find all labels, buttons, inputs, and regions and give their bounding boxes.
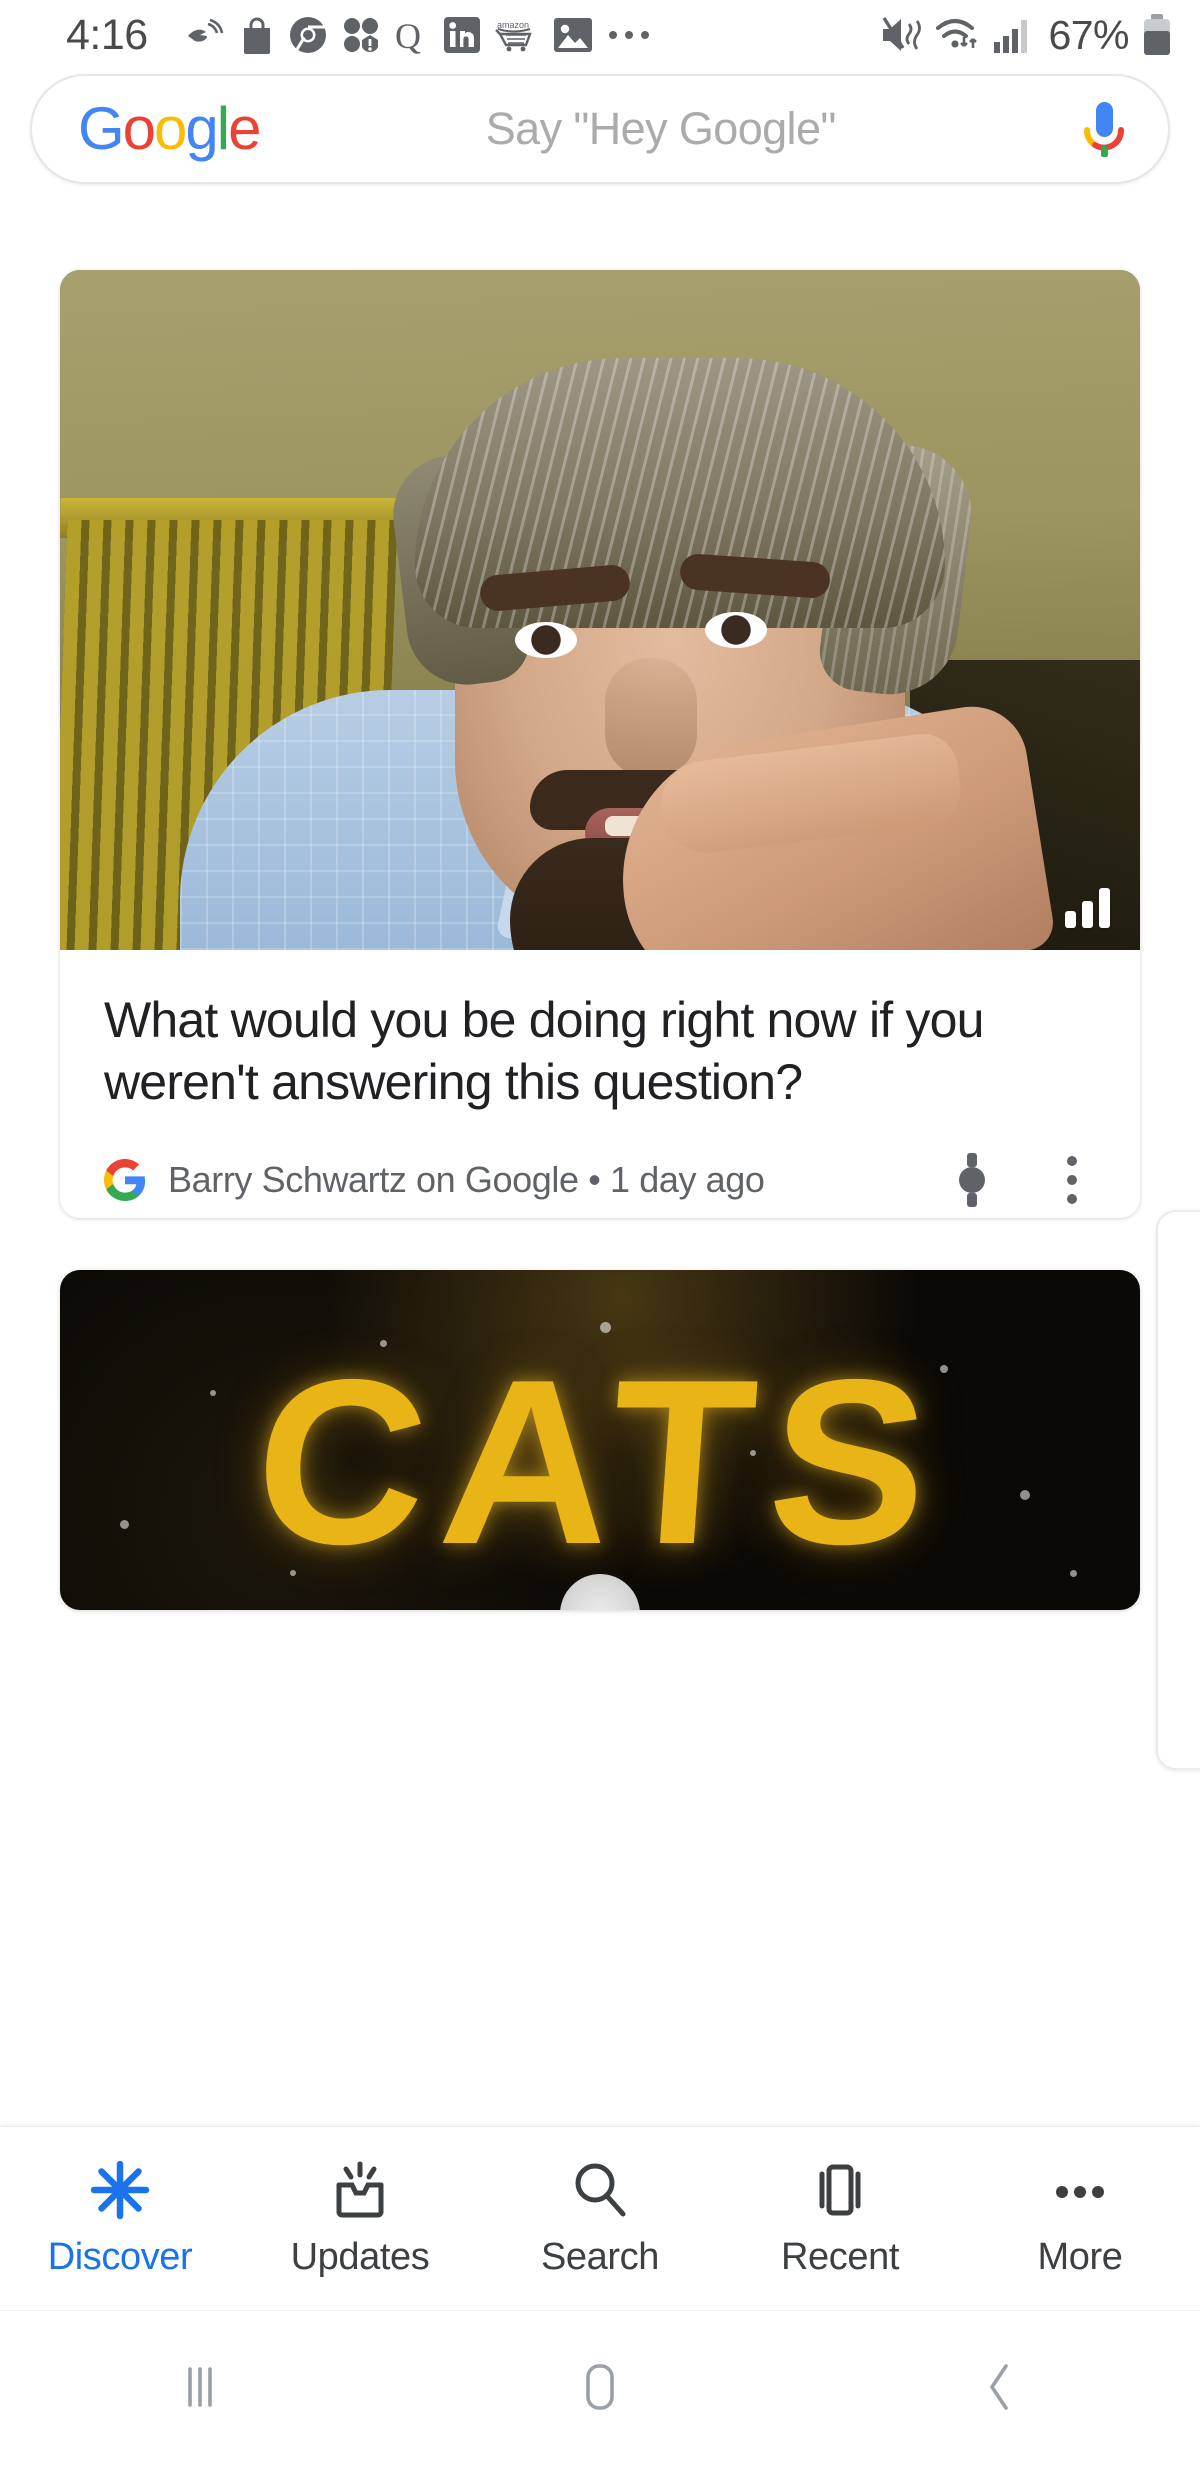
four-dot-grid-icon: [342, 16, 380, 54]
photos-icon: [553, 18, 592, 52]
battery-percent: 67%: [1048, 11, 1129, 58]
cats-image[interactable]: CATS: [60, 1270, 1140, 1610]
nav-label-search: Search: [540, 2236, 659, 2278]
search-input[interactable]: Say "Hey Google": [260, 103, 1076, 155]
article-meta-row: Barry Schwartz on Google • 1 day ago: [60, 1113, 1140, 1211]
quora-icon: Q: [395, 15, 429, 55]
thumbnail-eye-left: [515, 622, 577, 658]
offscreen-card-peek[interactable]: [1156, 1210, 1200, 1770]
discover-feed[interactable]: What would you be doing right now if you…: [0, 196, 1200, 2126]
article-title[interactable]: What would you be doing right now if you…: [104, 990, 1096, 1113]
nav-item-more[interactable]: More: [960, 2127, 1200, 2310]
svg-text:amazon: amazon: [497, 20, 529, 30]
feed-card-article[interactable]: What would you be doing right now if you…: [60, 270, 1140, 1218]
nav-label-more: More: [1037, 2236, 1123, 2278]
back-icon: [975, 2357, 1025, 2422]
mute-vibrate-icon: [879, 14, 925, 56]
status-time: 4:16: [66, 10, 148, 59]
recents-button[interactable]: [0, 2311, 400, 2468]
google-search-bar[interactable]: Google Say "Hey Google": [30, 74, 1170, 184]
overflow-menu-icon[interactable]: [1048, 1149, 1096, 1211]
search-bar-container[interactable]: Google Say "Hey Google": [30, 74, 1170, 184]
logo-letter-g2: g: [185, 95, 218, 162]
shopping-bag-icon: [240, 16, 274, 54]
battery-icon: [1142, 14, 1172, 56]
thumbnail-eye-right: [705, 612, 767, 648]
svg-text:Q: Q: [395, 16, 421, 55]
bar-chart-icon: [1065, 886, 1110, 928]
nav-item-discover[interactable]: Discover: [0, 2127, 240, 2310]
amazon-cart-icon: amazon: [494, 16, 539, 54]
home-icon: [575, 2357, 625, 2422]
logo-letter-o1: o: [122, 95, 156, 162]
google-logo: Google: [78, 99, 262, 159]
nav-item-recent[interactable]: Recent: [720, 2127, 960, 2310]
thumbnail-nose: [605, 658, 697, 778]
nav-label-discover: Discover: [47, 2236, 193, 2278]
bottom-navigation-bar[interactable]: Discover Updates Search Recent More: [0, 2126, 1200, 2310]
more-dots-icon: [1049, 2158, 1111, 2220]
nav-label-updates: Updates: [290, 2236, 430, 2278]
hummingbird-icon: [185, 18, 225, 52]
cats-image-text: CATS: [247, 1330, 953, 1593]
search-icon: [571, 2158, 629, 2220]
overflow-dots-icon: [607, 28, 651, 42]
share-icon[interactable]: [942, 1149, 1002, 1211]
article-thumbnail[interactable]: [60, 270, 1140, 950]
recent-cards-icon: [811, 2158, 869, 2220]
inbox-tray-icon: [329, 2158, 391, 2220]
wifi-icon: [934, 15, 984, 55]
nav-label-recent: Recent: [780, 2236, 899, 2278]
nav-item-updates[interactable]: Updates: [240, 2127, 480, 2310]
article-source-and-age: Barry Schwartz on Google • 1 day ago: [168, 1159, 765, 1200]
article-body: What would you be doing right now if you…: [60, 950, 1140, 1113]
cell-signal-icon: [993, 16, 1033, 54]
chrome-icon: [289, 16, 327, 54]
status-bar: 4:16 Q amazon 67%: [0, 0, 1200, 70]
status-bar-right: 67%: [879, 12, 1172, 59]
linkedin-icon: [443, 17, 480, 53]
logo-letter-o2: o: [154, 95, 187, 162]
feed-card-image[interactable]: CATS: [60, 1270, 1140, 1610]
back-button[interactable]: [800, 2311, 1200, 2468]
system-navigation-bar[interactable]: [0, 2310, 1200, 2468]
recents-icon: [175, 2359, 225, 2420]
logo-letter-e: e: [228, 95, 261, 162]
home-button[interactable]: [400, 2311, 800, 2468]
logo-letter-g1: G: [78, 95, 125, 162]
microphone-icon[interactable]: [1076, 94, 1132, 164]
status-bar-left: 4:16 Q amazon: [66, 10, 879, 59]
asterisk-icon: [90, 2158, 150, 2220]
logo-letter-l: l: [216, 95, 230, 162]
google-g-icon: [103, 1159, 146, 1201]
nav-item-search[interactable]: Search: [480, 2127, 720, 2310]
